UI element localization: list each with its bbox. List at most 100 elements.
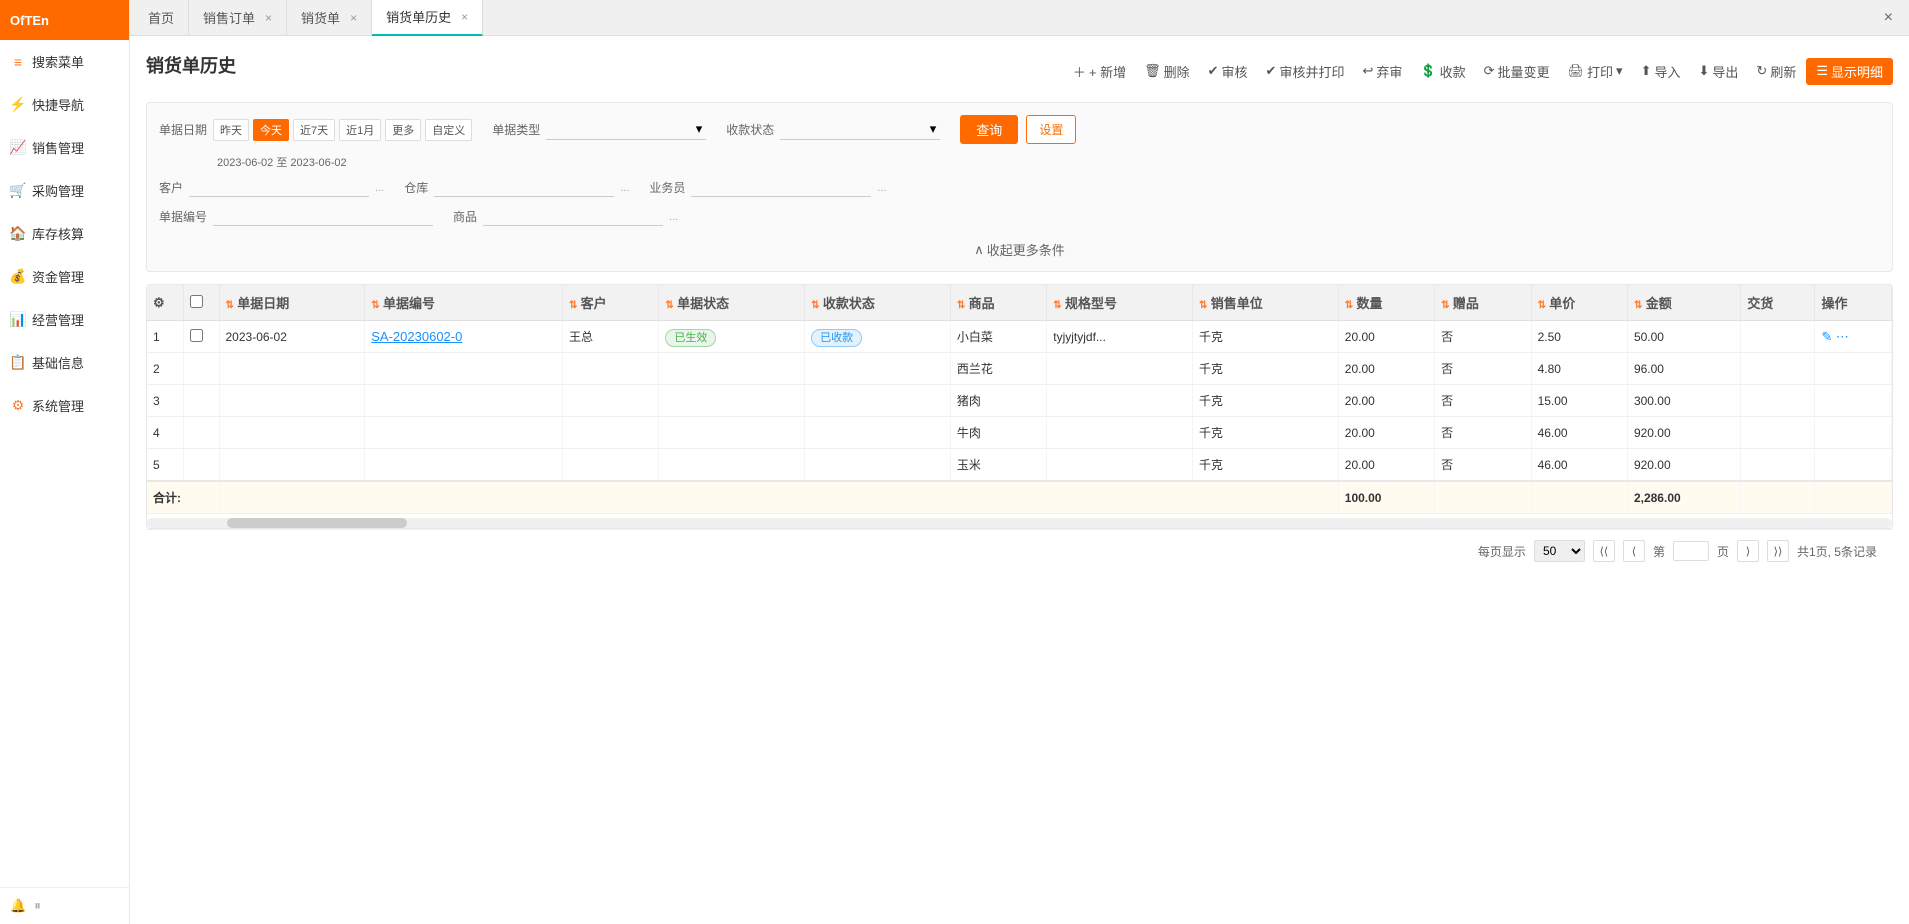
collect-button[interactable]: 💲 收款 xyxy=(1412,58,1473,85)
warehouse-ellipsis[interactable]: ... xyxy=(620,182,629,194)
warehouse-label: 仓库 xyxy=(404,179,428,196)
settings-button[interactable]: 设置 xyxy=(1026,115,1076,144)
audit-print-button[interactable]: ✔ 审核并打印 xyxy=(1258,58,1353,85)
sidebar-item-purchase-mgmt[interactable]: 🛒 采购管理 xyxy=(0,169,129,212)
col-doc-no[interactable]: ⇅ 单据编号 xyxy=(365,285,563,321)
col-price[interactable]: ⇅ 单价 xyxy=(1531,285,1627,321)
import-button[interactable]: ⬆ 导入 xyxy=(1633,58,1689,85)
page-label2: 页 xyxy=(1717,543,1729,560)
col-customer[interactable]: ⇅ 客户 xyxy=(562,285,658,321)
salesperson-input[interactable] xyxy=(691,178,871,197)
select-all-checkbox[interactable] xyxy=(190,295,203,308)
col-amount[interactable]: ⇅ 金额 xyxy=(1627,285,1740,321)
refresh-button[interactable]: ↻ 刷新 xyxy=(1748,58,1804,85)
row-select-checkbox[interactable] xyxy=(190,329,203,342)
audit-button[interactable]: ✔ 审核 xyxy=(1200,58,1256,85)
row-delivery xyxy=(1741,449,1815,482)
sidebar-item-inventory[interactable]: 🏠 库存核算 xyxy=(0,212,129,255)
print-arrow-icon: ▾ xyxy=(1616,63,1623,79)
first-page-button[interactable]: ⟨⟨ xyxy=(1593,540,1615,562)
new-button[interactable]: ＋ + 新增 xyxy=(1065,58,1134,85)
sidebar-item-sales-mgmt[interactable]: 📈 销售管理 xyxy=(0,126,129,169)
tab-sales-order[interactable]: 销售订单 × xyxy=(189,0,287,36)
tab-home[interactable]: 首页 xyxy=(134,0,189,36)
filter-row-2: 客户 ... 仓库 ... 业务员 ... xyxy=(159,178,1880,197)
payment-status-arrow-icon: ▾ xyxy=(930,121,937,137)
sidebar-item-finance-mgmt[interactable]: 💰 资金管理 xyxy=(0,255,129,298)
last-page-button[interactable]: ⟩⟩ xyxy=(1767,540,1789,562)
col-date[interactable]: ⇅ 单据日期 xyxy=(219,285,365,321)
row-checkbox[interactable] xyxy=(183,385,219,417)
sidebar-item-basic-info[interactable]: 📋 基础信息 xyxy=(0,341,129,384)
row-checkbox[interactable] xyxy=(183,353,219,385)
date-btn-7days[interactable]: 近7天 xyxy=(293,119,335,141)
next-page-button[interactable]: ⟩ xyxy=(1737,540,1759,562)
abandon-button[interactable]: ↩ 弃审 xyxy=(1354,58,1410,85)
tab-sales-history[interactable]: 销货单历史 × xyxy=(372,0,483,36)
sidebar-footer-icon2[interactable]: ⏸ xyxy=(34,898,41,914)
date-range-display: 2023-06-02 至 2023-06-02 xyxy=(217,154,1880,170)
warehouse-input[interactable] xyxy=(434,178,614,197)
date-btn-yesterday[interactable]: 昨天 xyxy=(213,119,249,141)
date-btn-1month[interactable]: 近1月 xyxy=(339,119,381,141)
prev-page-button[interactable]: ⟨ xyxy=(1623,540,1645,562)
show-detail-icon: ☰ xyxy=(1816,63,1828,79)
row-spec xyxy=(1047,385,1193,417)
goods-input[interactable] xyxy=(483,207,663,226)
col-gift[interactable]: ⇅ 赠品 xyxy=(1435,285,1531,321)
col-payment-status[interactable]: ⇅ 收款状态 xyxy=(805,285,951,321)
doc-no-input[interactable] xyxy=(213,207,433,226)
date-btn-custom[interactable]: 自定义 xyxy=(425,119,472,141)
row-checkbox[interactable] xyxy=(183,417,219,449)
show-detail-button[interactable]: ☰ 显示明细 xyxy=(1806,58,1893,85)
col-checkbox[interactable] xyxy=(183,285,219,321)
col-qty[interactable]: ⇅ 数量 xyxy=(1338,285,1434,321)
payment-status-select[interactable]: ▾ xyxy=(780,119,940,140)
row-date xyxy=(219,449,365,482)
tab-sales-history-close[interactable]: × xyxy=(461,10,468,24)
pagination-bar: 每页显示 50 100 200 ⟨⟨ ⟨ 第 1 页 ⟩ ⟩⟩ 共1页, 5条记… xyxy=(146,529,1893,572)
date-btn-more[interactable]: 更多 xyxy=(385,119,421,141)
col-goods[interactable]: ⇅ 商品 xyxy=(950,285,1046,321)
batch-change-button[interactable]: ⟳ 批量变更 xyxy=(1476,58,1558,85)
row-spec xyxy=(1047,417,1193,449)
collapse-button[interactable]: ∧ 收起更多条件 xyxy=(159,240,1880,259)
row-checkbox[interactable] xyxy=(183,449,219,482)
scroll-thumb[interactable] xyxy=(227,518,407,528)
row-checkbox[interactable] xyxy=(183,321,219,353)
print-button[interactable]: 🖨 打印 ▾ xyxy=(1560,58,1631,85)
sidebar-footer-icon1[interactable]: 🔔 xyxy=(10,898,26,914)
sidebar-item-label: 销售管理 xyxy=(32,138,84,157)
row-payment-status xyxy=(805,353,951,385)
window-close-button[interactable]: × xyxy=(1872,9,1905,27)
per-page-select[interactable]: 50 100 200 xyxy=(1534,540,1585,562)
customer-ellipsis[interactable]: ... xyxy=(375,182,384,194)
goods-ellipsis[interactable]: ... xyxy=(669,211,678,223)
date-btn-today[interactable]: 今天 xyxy=(253,119,289,141)
tab-sales-order-close[interactable]: × xyxy=(265,11,272,25)
more-icon[interactable]: ⋯ xyxy=(1836,329,1849,344)
new-icon: ＋ xyxy=(1073,62,1086,81)
col-unit[interactable]: ⇅ 销售单位 xyxy=(1193,285,1339,321)
query-button[interactable]: 查询 xyxy=(960,115,1018,144)
horizontal-scrollbar[interactable] xyxy=(147,518,1892,528)
sidebar-item-search-menu[interactable]: ≡ 搜索菜单 xyxy=(0,40,129,83)
col-doc-status[interactable]: ⇅ 单据状态 xyxy=(659,285,805,321)
col-delivery: 交货 xyxy=(1741,285,1815,321)
customer-input[interactable] xyxy=(189,178,369,197)
tab-sales-goods-close[interactable]: × xyxy=(350,11,357,25)
edit-icon[interactable]: ✎ xyxy=(1821,329,1832,344)
doc-no-link[interactable]: SA-20230602-0 xyxy=(371,329,462,344)
doc-type-select[interactable]: ▾ xyxy=(546,119,706,140)
sidebar-item-quick-nav[interactable]: ⚡ 快捷导航 xyxy=(0,83,129,126)
row-action xyxy=(1815,449,1892,482)
export-button[interactable]: ⬇ 导出 xyxy=(1690,58,1746,85)
delete-button[interactable]: 🗑 删除 xyxy=(1136,58,1198,85)
col-settings[interactable]: ⚙ xyxy=(147,285,183,321)
tab-sales-goods[interactable]: 销货单 × xyxy=(287,0,372,36)
page-input[interactable]: 1 xyxy=(1673,541,1709,561)
sidebar-item-ops-mgmt[interactable]: 📊 经营管理 xyxy=(0,298,129,341)
salesperson-ellipsis[interactable]: ... xyxy=(877,182,886,194)
col-spec[interactable]: ⇅ 规格型号 xyxy=(1047,285,1193,321)
sidebar-item-sys-mgmt[interactable]: ⚙ 系统管理 xyxy=(0,384,129,427)
